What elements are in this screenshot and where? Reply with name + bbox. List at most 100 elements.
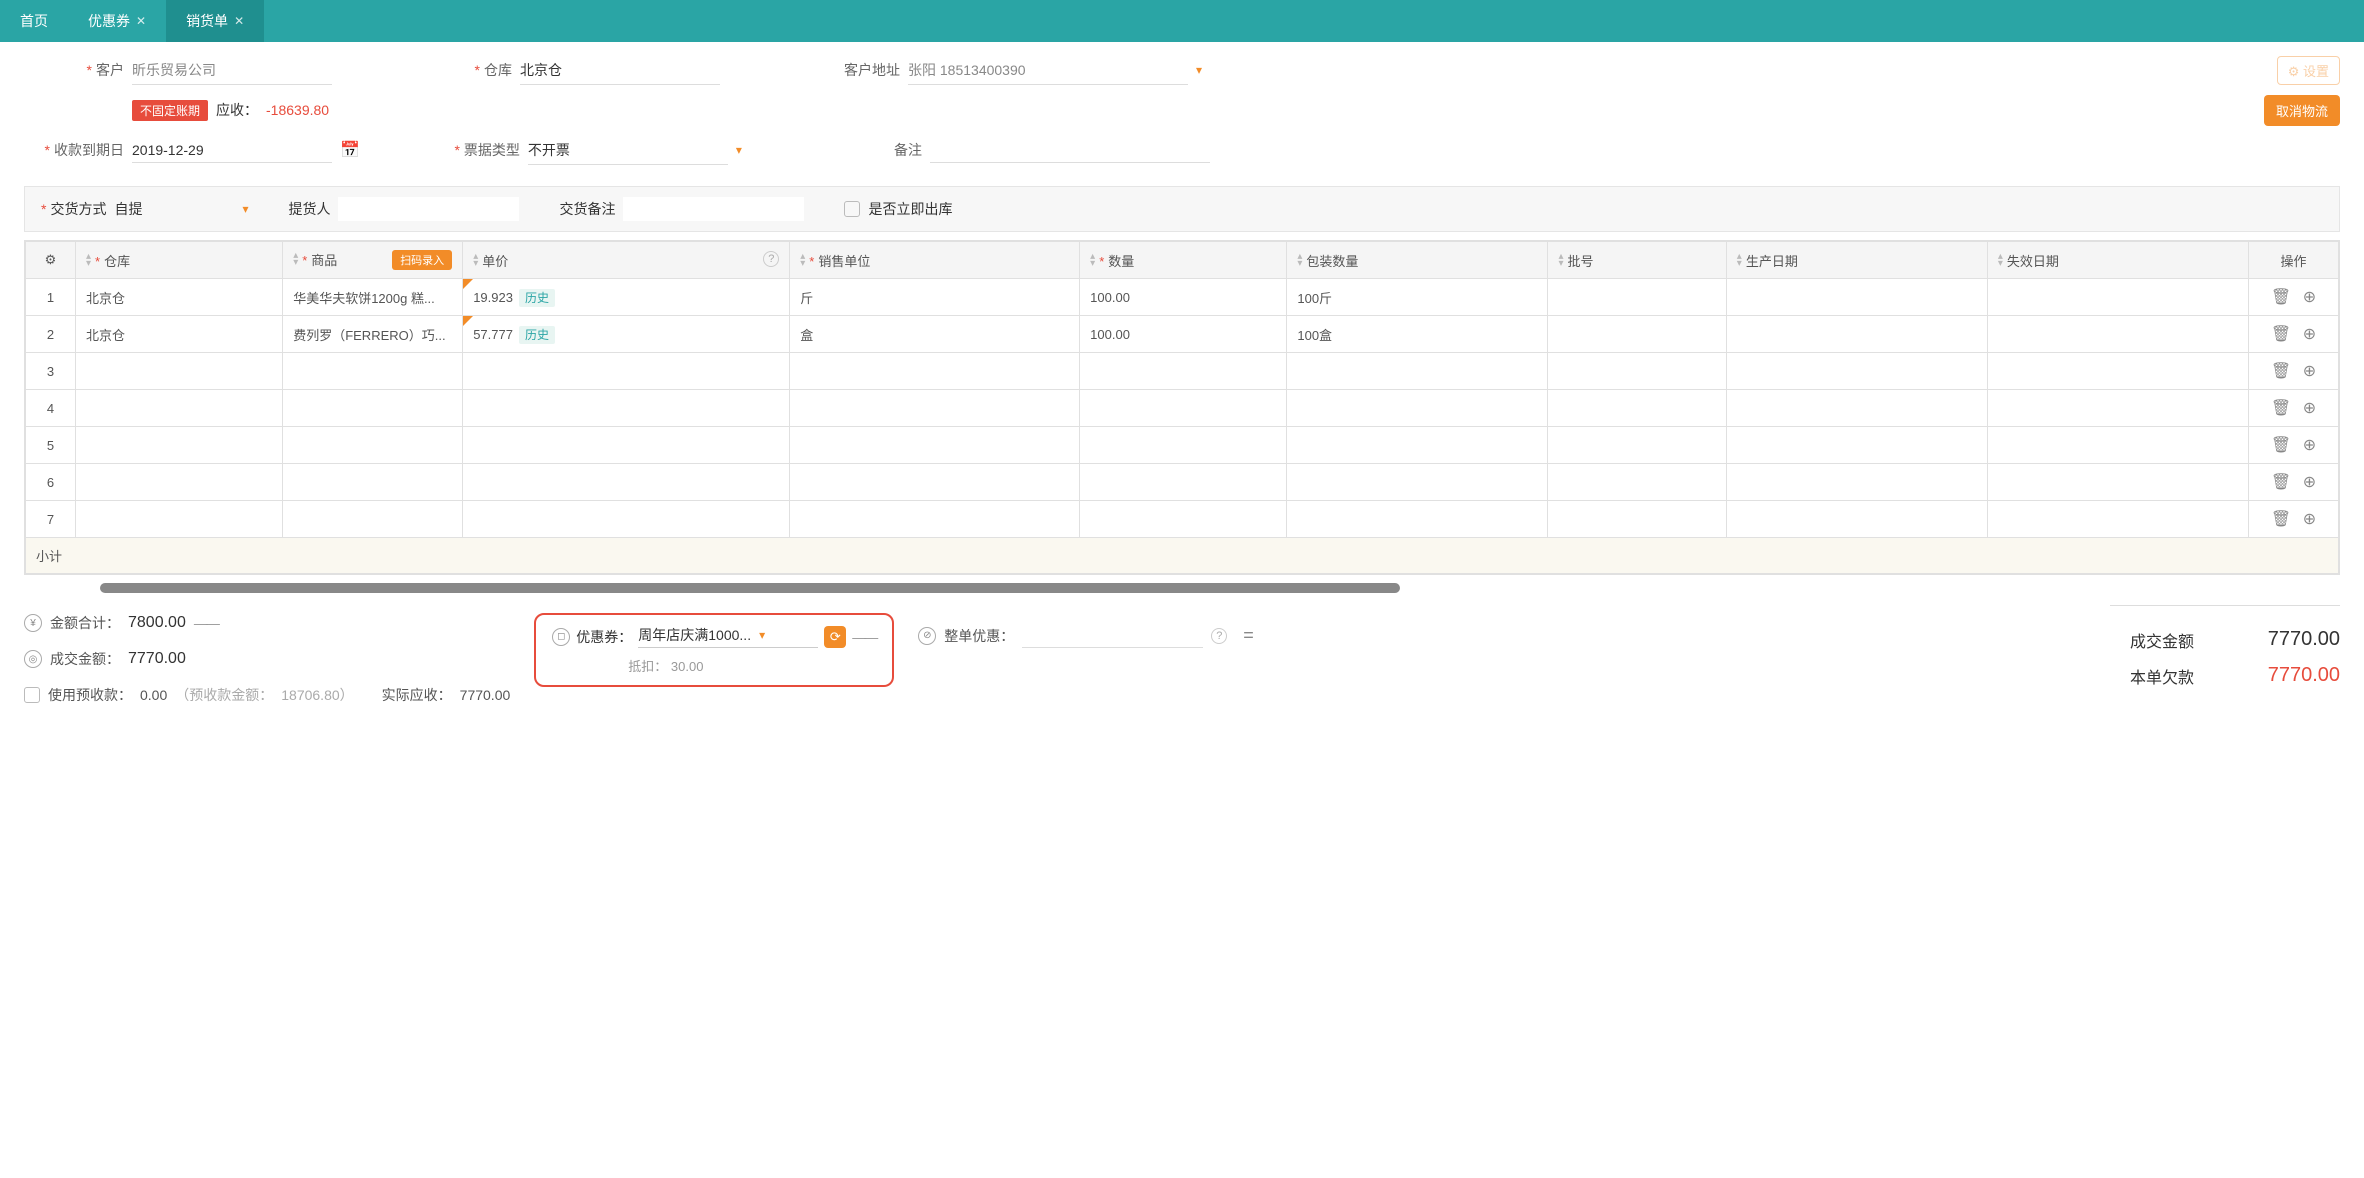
col-batch[interactable]: 批号: [1548, 242, 1726, 279]
add-icon[interactable]: ⊕: [2303, 474, 2316, 491]
cell-pack[interactable]: [1287, 427, 1548, 464]
cell-pack[interactable]: [1287, 464, 1548, 501]
tab-coupon[interactable]: 优惠券✕: [68, 0, 166, 42]
add-icon[interactable]: ⊕: [2303, 437, 2316, 454]
cell-warehouse[interactable]: [76, 353, 283, 390]
remark-input[interactable]: [930, 138, 1210, 163]
cell-warehouse[interactable]: [76, 464, 283, 501]
add-icon[interactable]: ⊕: [2303, 289, 2316, 306]
use-prepay-checkbox[interactable]: [24, 687, 40, 703]
delete-icon[interactable]: 🗑: [2271, 326, 2291, 343]
delete-icon[interactable]: 🗑: [2271, 363, 2291, 380]
cell-pack[interactable]: [1287, 390, 1548, 427]
col-exp-date[interactable]: 失效日期: [1987, 242, 2248, 279]
cell-qty[interactable]: [1080, 501, 1287, 538]
cell-product[interactable]: [283, 501, 463, 538]
cell-product[interactable]: [283, 390, 463, 427]
table-row[interactable]: 5 🗑 ⊕: [26, 427, 2339, 464]
picker-input[interactable]: [338, 197, 519, 221]
order-discount-input[interactable]: [1022, 623, 1203, 648]
cell-pack[interactable]: [1287, 353, 1548, 390]
table-row[interactable]: 7 🗑 ⊕: [26, 501, 2339, 538]
delete-icon[interactable]: 🗑: [2271, 437, 2291, 454]
add-icon[interactable]: ⊕: [2303, 400, 2316, 417]
due-date-input[interactable]: 2019-12-29: [132, 138, 332, 163]
cell-unit[interactable]: 盒: [790, 316, 1080, 353]
help-icon[interactable]: ?: [1211, 628, 1227, 644]
cell-qty[interactable]: 100.00: [1080, 316, 1287, 353]
chevron-down-icon[interactable]: ▾: [242, 202, 248, 216]
row-number: 1: [26, 279, 76, 316]
delete-icon[interactable]: 🗑: [2271, 400, 2291, 417]
cell-warehouse[interactable]: 北京仓: [76, 279, 283, 316]
add-icon[interactable]: ⊕: [2303, 511, 2316, 528]
cell-qty[interactable]: [1080, 464, 1287, 501]
refresh-coupon-button[interactable]: ⟳: [824, 626, 846, 648]
invoice-type-select[interactable]: 不开票: [528, 136, 728, 165]
col-unit[interactable]: 销售单位: [790, 242, 1080, 279]
cell-unit[interactable]: [790, 353, 1080, 390]
cell-product[interactable]: [283, 427, 463, 464]
cell-warehouse[interactable]: [76, 390, 283, 427]
cell-unit[interactable]: [790, 390, 1080, 427]
table-row[interactable]: 2 北京仓 费列罗（FERRERO）巧... 57.777历史 盒 100.00…: [26, 316, 2339, 353]
col-prod-date[interactable]: 生产日期: [1726, 242, 1987, 279]
cell-qty[interactable]: [1080, 390, 1287, 427]
add-icon[interactable]: ⊕: [2303, 326, 2316, 343]
cell-warehouse[interactable]: 北京仓: [76, 316, 283, 353]
col-product[interactable]: 商品扫码录入: [283, 242, 463, 279]
add-icon[interactable]: ⊕: [2303, 363, 2316, 380]
cancel-logistics-button[interactable]: 取消物流: [2264, 95, 2340, 126]
cell-pack[interactable]: 100盒: [1287, 316, 1548, 353]
coupon-select[interactable]: 周年店庆满1000... ▾: [638, 625, 818, 648]
col-pack-qty[interactable]: 包装数量: [1287, 242, 1548, 279]
cell-warehouse[interactable]: [76, 427, 283, 464]
panel-deal-value: 7770.00: [2268, 628, 2340, 652]
cell-unit[interactable]: [790, 427, 1080, 464]
table-row[interactable]: 3 🗑 ⊕: [26, 353, 2339, 390]
col-warehouse[interactable]: 仓库: [76, 242, 283, 279]
delete-icon[interactable]: 🗑: [2271, 289, 2291, 306]
delete-icon[interactable]: 🗑: [2271, 511, 2291, 528]
customer-select[interactable]: 昕乐贸易公司: [132, 56, 332, 85]
price-cell[interactable]: 19.923历史: [463, 279, 790, 316]
scan-badge[interactable]: 扫码录入: [392, 250, 452, 270]
settings-button[interactable]: ⚙ 设置: [2277, 56, 2340, 85]
table-row[interactable]: 6 🗑 ⊕: [26, 464, 2339, 501]
cell-unit[interactable]: [790, 464, 1080, 501]
delete-icon[interactable]: 🗑: [2271, 474, 2291, 491]
instant-out-checkbox[interactable]: [844, 201, 860, 217]
cell-product[interactable]: [283, 353, 463, 390]
cell-pack[interactable]: 100斤: [1287, 279, 1548, 316]
chevron-down-icon[interactable]: ▾: [1196, 63, 1202, 77]
col-price[interactable]: 单价?: [463, 242, 790, 279]
invoice-type-label: 票据类型: [420, 140, 520, 160]
cell-qty[interactable]: [1080, 427, 1287, 464]
cell-product[interactable]: [283, 464, 463, 501]
cell-product[interactable]: 费列罗（FERRERO）巧...: [283, 316, 463, 353]
delivery-method-select[interactable]: 自提: [114, 199, 234, 219]
tab-home[interactable]: 首页: [0, 0, 68, 42]
calendar-icon[interactable]: 📅: [340, 140, 360, 160]
cell-product[interactable]: 华美华夫软饼1200g 糕...: [283, 279, 463, 316]
price-cell[interactable]: 57.777历史: [463, 316, 790, 353]
col-qty[interactable]: 数量: [1080, 242, 1287, 279]
address-select[interactable]: 张阳 18513400390: [908, 56, 1188, 85]
cell-unit[interactable]: 斤: [790, 279, 1080, 316]
cell-qty[interactable]: 100.00: [1080, 279, 1287, 316]
cell-pack[interactable]: [1287, 501, 1548, 538]
delivery-remark-input[interactable]: [623, 197, 804, 221]
help-icon[interactable]: ?: [763, 251, 779, 267]
tab-sales-order[interactable]: 销货单✕: [166, 0, 264, 42]
close-icon[interactable]: ✕: [234, 14, 244, 28]
warehouse-select[interactable]: 北京仓: [520, 56, 720, 85]
settings-col[interactable]: ⚙: [26, 242, 76, 279]
table-row[interactable]: 4 🗑 ⊕: [26, 390, 2339, 427]
table-row[interactable]: 1 北京仓 华美华夫软饼1200g 糕... 19.923历史 斤 100.00…: [26, 279, 2339, 316]
close-icon[interactable]: ✕: [136, 14, 146, 28]
chevron-down-icon[interactable]: ▾: [736, 143, 742, 157]
cell-qty[interactable]: [1080, 353, 1287, 390]
cell-unit[interactable]: [790, 501, 1080, 538]
horizontal-scrollbar[interactable]: [100, 583, 1400, 593]
cell-warehouse[interactable]: [76, 501, 283, 538]
